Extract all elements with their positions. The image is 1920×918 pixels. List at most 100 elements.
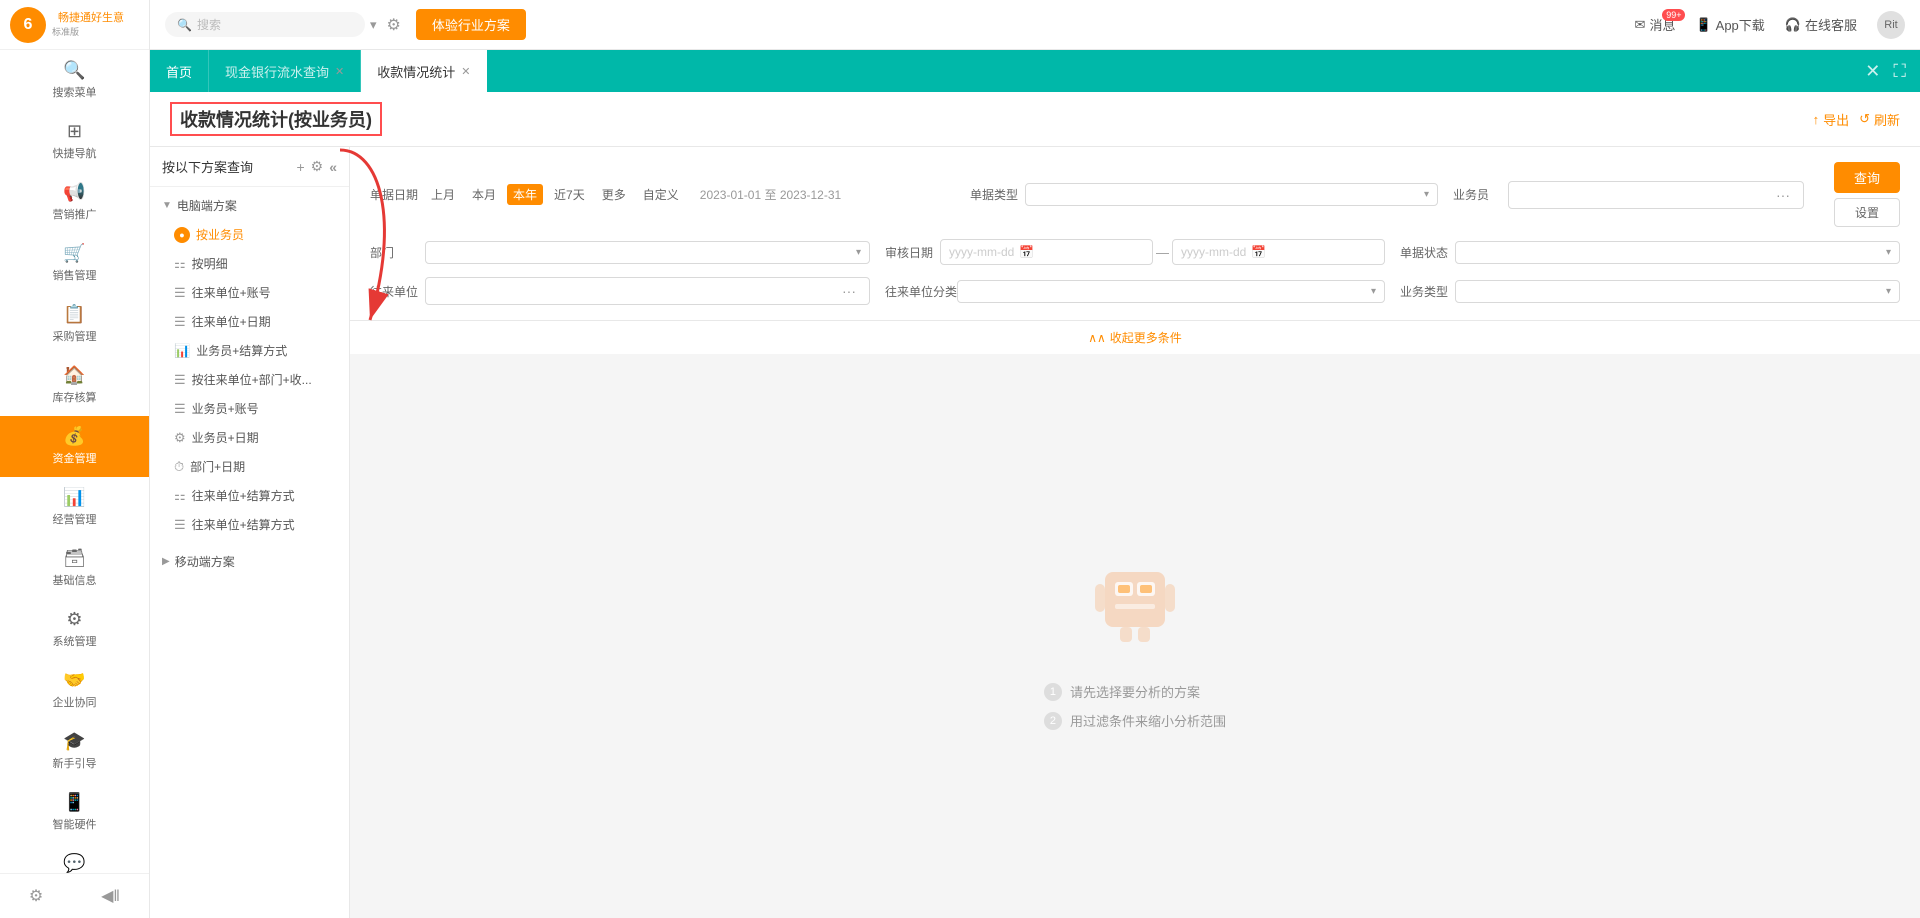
topbar-gear-icon[interactable]: ⚙ [387,15,401,35]
logo-text: 畅捷通好生意 [58,11,124,25]
salesperson-more-icon[interactable]: ··· [1776,187,1790,203]
scheme-item-salesperson-account[interactable]: ☰ 业务员+账号 [150,394,349,423]
filter-biz-type-select[interactable]: ▾ [1455,280,1900,303]
partner-more-icon[interactable]: ··· [842,283,856,299]
filter-date-label: 单据日期 [370,186,425,203]
filter-review-date-from[interactable]: yyyy-mm-dd 📅 [940,239,1153,265]
tab-close-bank-flow[interactable]: ✕ [335,65,344,78]
sidebar-item-purchase[interactable]: 📋 采购管理 [0,294,149,355]
sidebar-item-system[interactable]: ⚙ 系统管理 [0,599,149,660]
tab-close-receipt-stat[interactable]: ✕ [461,65,470,78]
query-btn[interactable]: 查询 [1834,162,1900,193]
date-tab-custom[interactable]: 自定义 [637,184,685,205]
filter-review-date-label: 审核日期 [885,244,940,261]
scheme-settings-btn[interactable]: ⚙ [311,158,324,175]
scheme-item-partner-account[interactable]: ☰ 往来单位+账号 [150,278,349,307]
online-service-btn[interactable]: 🎧 在线客服 [1785,15,1857,34]
scheme-group-label-pc: 电脑端方案 [177,197,237,214]
inventory-icon: 🏠 [63,365,85,386]
expand-tab-btn[interactable]: ⛶ [1889,57,1910,86]
filter-biz-type-item: 业务类型 ▾ [1400,280,1900,303]
sidebar-item-capital[interactable]: 💰 资金管理 [0,416,149,477]
page-header-actions: ↑ 导出 ↺ 刷新 [1813,110,1900,129]
scheme-item-salesperson-date[interactable]: ⚙ 业务员+日期 [150,423,349,452]
scheme-group-mobile-header[interactable]: ▶ 移动端方案 [150,547,349,576]
filter-dept-item: 部门 ▾ [370,241,870,264]
user-avatar[interactable]: Rit [1877,11,1905,39]
scheme-item-partner-settlement1[interactable]: ⚏ 往来单位+结算方式 [150,481,349,510]
scheme-dept-date-icon: ⏱ [174,459,184,475]
scheme-group-pc-header[interactable]: ▼ 电脑端方案 [150,191,349,220]
date-tab-last-month[interactable]: 上月 [425,184,461,205]
scheme-item-partner-date[interactable]: ☰ 往来单位+日期 [150,307,349,336]
guide-icon: 🎓 [63,731,85,752]
filter-date-item: 单据日期 上月 本月 本年 近7天 更多 自定义 2023-01-01 至 20… [370,184,955,205]
scheme-group-arrow-pc: ▼ [162,200,172,211]
quick-nav-icon: ⊞ [67,121,82,142]
topbar-chevron-icon[interactable]: ▾ [370,17,377,33]
filter-salesperson-item: 业务员 ··· [1453,181,1804,209]
tab-receipt-stat[interactable]: 收款情况统计 ✕ [361,50,487,92]
sidebar-item-quick-nav[interactable]: ⊞ 快捷导航 [0,111,149,172]
collapse-more-btn[interactable]: ∧∧ 收起更多条件 [350,321,1920,354]
filter-review-date-to[interactable]: yyyy-mm-dd 📅 [1172,239,1385,265]
app-download-btn[interactable]: 📱 App下载 [1695,15,1764,34]
sidebar-item-corp[interactable]: 🤝 企业协同 [0,660,149,721]
wechat-icon: 💬 [63,853,85,873]
filter-settings-btn[interactable]: 设置 [1834,198,1900,227]
date-tab-this-year[interactable]: 本年 [507,184,543,205]
refresh-btn[interactable]: ↺ 刷新 [1859,110,1900,129]
filter-doc-type-select[interactable]: ▾ [1025,183,1438,206]
scheme-add-btn[interactable]: + [296,159,304,175]
filter-doc-status-item: 单据状态 ▾ [1400,241,1900,264]
filter-partner-select[interactable]: ··· [425,277,870,305]
date-tab-last-7days[interactable]: 近7天 [548,184,591,205]
sidebar-item-guide[interactable]: 🎓 新手引导 [0,721,149,782]
date-tab-more[interactable]: 更多 [596,184,632,205]
scheme-item-by-salesperson[interactable]: ● 按业务员 [150,220,349,249]
close-all-tabs-btn[interactable]: ✕ [1861,57,1884,86]
scheme-salesperson-settlement-icon: 📊 [174,343,190,359]
filter-dept-select[interactable]: ▾ [425,241,870,264]
empty-illustration [1075,542,1195,652]
refresh-icon: ↺ [1859,111,1870,127]
active-dot-icon: ● [174,227,190,243]
scheme-item-partner-dept-receipt[interactable]: ☰ 按往来单位+部门+收... [150,365,349,394]
messages-btn[interactable]: ✉ 消息 99+ [1635,15,1676,34]
sidebar-item-sales[interactable]: 🛒 销售管理 [0,233,149,294]
sidebar-item-search[interactable]: 🔍 搜索菜单 [0,50,149,111]
scheme-item-partner-settlement2[interactable]: ☰ 往来单位+结算方式 [150,510,349,539]
sidebar-settings-btn[interactable]: ⚙ [21,882,51,910]
sidebar-item-marketing[interactable]: 📢 营销推广 [0,172,149,233]
tab-bank-flow[interactable]: 现金银行流水查询 ✕ [209,50,361,92]
sidebar-item-wechat[interactable]: 💬 企业微信 [0,843,149,873]
trial-btn[interactable]: 体验行业方案 [416,9,526,40]
filter-doc-status-select[interactable]: ▾ [1455,241,1900,264]
sidebar-item-operation[interactable]: 📊 经营管理 [0,477,149,538]
date-tab-this-month[interactable]: 本月 [466,184,502,205]
scheme-salesperson-date-icon: ⚙ [174,430,186,446]
content-area: 按以下方案查询 + ⚙ « ▼ 电脑端方案 ● 按业务员 [150,147,1920,918]
system-icon: ⚙ [66,609,82,630]
topbar-search-box[interactable]: 🔍 搜索 [165,12,365,37]
tab-home[interactable]: 首页 [150,50,209,92]
filter-partner-category-select[interactable]: ▾ [957,280,1385,303]
sidebar-item-inventory[interactable]: 🏠 库存核算 [0,355,149,416]
purchase-icon: 📋 [63,304,85,325]
sidebar-item-hardware[interactable]: 📱 智能硬件 [0,782,149,843]
scheme-group-mobile: ▶ 移动端方案 [150,543,349,580]
export-btn[interactable]: ↑ 导出 [1813,110,1850,129]
filter-salesperson-select[interactable]: ··· [1508,181,1804,209]
service-icon: 🎧 [1785,17,1801,33]
logo-badge: 标准版 [52,25,124,38]
scheme-item-salesperson-settlement[interactable]: 📊 业务员+结算方式 [150,336,349,365]
sidebar-item-basic[interactable]: 🗃 基础信息 [0,538,149,599]
scheme-item-dept-date[interactable]: ⏱ 部门+日期 [150,452,349,481]
step-2-num: 2 [1044,712,1062,730]
sidebar: 6 畅捷通好生意 标准版 🔍 搜索菜单 ⊞ 快捷导航 📢 营销推广 🛒 销售管理… [0,0,150,918]
page-title: 收款情况统计(按业务员) [170,102,382,136]
scheme-item-by-detail[interactable]: ⚏ 按明细 [150,249,349,278]
sidebar-collapse-btn[interactable]: ◀‖ [93,882,128,910]
scheme-detail-icon: ⚏ [174,256,186,272]
scheme-collapse-btn[interactable]: « [329,159,337,175]
